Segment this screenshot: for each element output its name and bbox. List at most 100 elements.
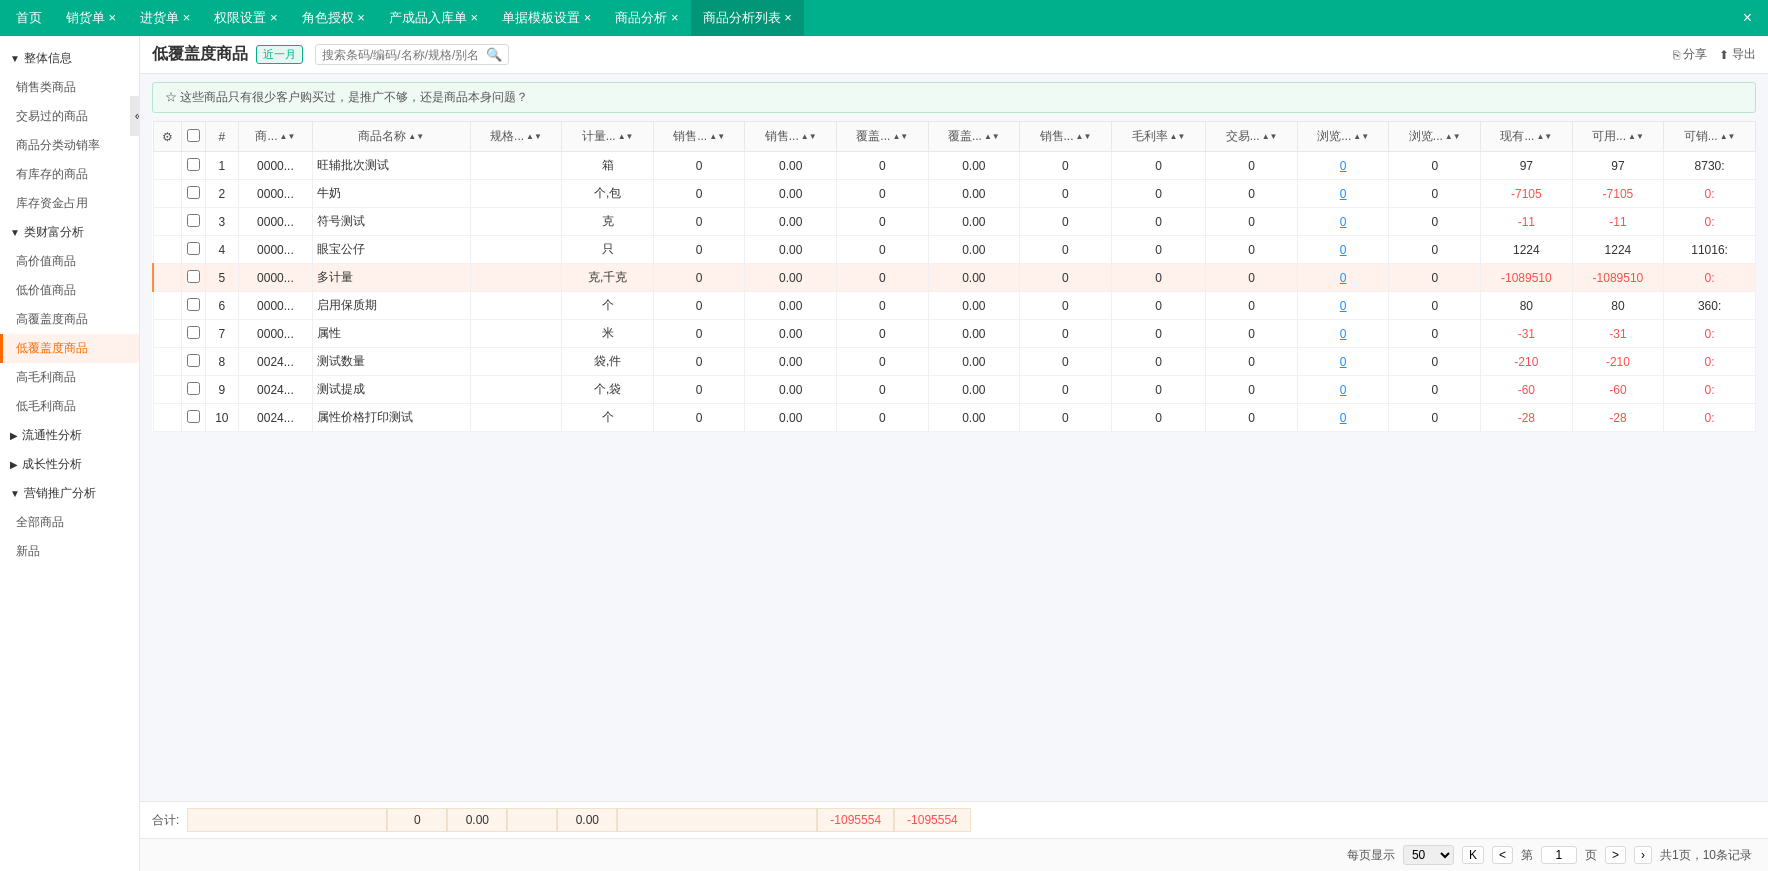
row-browse-a[interactable]: 0 xyxy=(1297,236,1389,264)
total-cells: 0 0.00 0.00 -1095554 -1095554 xyxy=(187,808,970,832)
close-button[interactable]: × xyxy=(1735,5,1760,31)
nav-permissions[interactable]: 权限设置 × xyxy=(202,0,289,36)
row-browse-a[interactable]: 0 xyxy=(1297,152,1389,180)
nav-analysis[interactable]: 商品分析 × xyxy=(603,0,690,36)
row-sales-c: 0 xyxy=(1020,208,1112,236)
row-browse-a[interactable]: 0 xyxy=(1297,208,1389,236)
first-page-button[interactable]: K xyxy=(1462,846,1484,864)
nav-product-inbound[interactable]: 产成品入库单 × xyxy=(377,0,490,36)
sidebar-item-high-margin[interactable]: 高毛利商品 xyxy=(0,363,139,392)
row-select-checkbox[interactable] xyxy=(187,298,200,311)
row-browse-a[interactable]: 0 xyxy=(1297,320,1389,348)
col-browse-a-header[interactable]: 浏览...▲▼ xyxy=(1297,122,1389,152)
col-settings[interactable]: ⚙ xyxy=(153,122,181,152)
sidebar-collapse-button[interactable]: « xyxy=(130,96,140,136)
sidebar-item-low-coverage[interactable]: 低覆盖度商品 xyxy=(0,334,139,363)
sidebar-item-category-rate[interactable]: 商品分类动销率 xyxy=(0,131,139,160)
row-sellable: 0: xyxy=(1664,180,1756,208)
sidebar-section-wealth[interactable]: ▼ 类财富分析 xyxy=(0,218,139,247)
sidebar-section-liquidity[interactable]: ▶ 流通性分析 xyxy=(0,421,139,450)
row-num: 5 xyxy=(205,264,239,292)
row-select-checkbox[interactable] xyxy=(187,326,200,339)
nav-role[interactable]: 角色授权 × xyxy=(290,0,377,36)
row-select-checkbox[interactable] xyxy=(187,410,200,423)
row-checkbox[interactable] xyxy=(181,152,205,180)
last-page-button[interactable]: › xyxy=(1634,846,1652,864)
share-button[interactable]: ⎘ 分享 xyxy=(1673,46,1707,63)
sidebar-section-marketing[interactable]: ▼ 营销推广分析 xyxy=(0,479,139,508)
col-sellable-header[interactable]: 可销...▲▼ xyxy=(1664,122,1756,152)
section-label-wealth: 类财富分析 xyxy=(24,224,84,241)
sidebar-section-overall[interactable]: ▼ 整体信息 xyxy=(0,44,139,73)
col-code-header[interactable]: 商...▲▼ xyxy=(239,122,313,152)
sidebar-item-high-coverage[interactable]: 高覆盖度商品 xyxy=(0,305,139,334)
row-browse-a[interactable]: 0 xyxy=(1297,376,1389,404)
row-checkbox[interactable] xyxy=(181,320,205,348)
col-browse-b-header[interactable]: 浏览...▲▼ xyxy=(1389,122,1481,152)
sidebar-item-stocked-goods[interactable]: 有库存的商品 xyxy=(0,160,139,189)
col-trade-header[interactable]: 交易...▲▼ xyxy=(1206,122,1298,152)
row-browse-a[interactable]: 0 xyxy=(1297,180,1389,208)
row-select-checkbox[interactable] xyxy=(187,214,200,227)
search-icon[interactable]: 🔍 xyxy=(486,47,502,62)
sidebar-section-growth[interactable]: ▶ 成长性分析 xyxy=(0,450,139,479)
nav-sales[interactable]: 销货单 × xyxy=(54,0,128,36)
row-select-checkbox[interactable] xyxy=(187,354,200,367)
page-size-select[interactable]: 50 100 200 xyxy=(1403,845,1454,865)
row-checkbox[interactable] xyxy=(181,376,205,404)
row-checkbox[interactable] xyxy=(181,180,205,208)
col-sales-c-header[interactable]: 销售...▲▼ xyxy=(1020,122,1112,152)
row-checkbox[interactable] xyxy=(181,292,205,320)
sidebar-item-sales-goods[interactable]: 销售类商品 xyxy=(0,73,139,102)
row-num: 3 xyxy=(205,208,239,236)
col-cover-b-header[interactable]: 覆盖...▲▼ xyxy=(928,122,1020,152)
row-browse-a[interactable]: 0 xyxy=(1297,404,1389,432)
col-unit-header[interactable]: 计量...▲▼ xyxy=(562,122,654,152)
row-select-checkbox[interactable] xyxy=(187,242,200,255)
row-browse-a[interactable]: 0 xyxy=(1297,348,1389,376)
col-name-header[interactable]: 商品名称▲▼ xyxy=(312,122,470,152)
col-spec-header[interactable]: 规格...▲▼ xyxy=(470,122,562,152)
col-sales-amt-header[interactable]: 销售...▲▼ xyxy=(745,122,837,152)
prev-page-button[interactable]: < xyxy=(1492,846,1513,864)
row-sales-amt: 0.00 xyxy=(745,180,837,208)
col-sales-qty-header[interactable]: 销售...▲▼ xyxy=(653,122,745,152)
sidebar-item-new-goods[interactable]: 新品 xyxy=(0,537,139,566)
row-browse-a[interactable]: 0 xyxy=(1297,292,1389,320)
sidebar-item-low-value[interactable]: 低价值商品 xyxy=(0,276,139,305)
page-number-input[interactable] xyxy=(1541,846,1577,864)
row-sellable: 0: xyxy=(1664,376,1756,404)
sidebar-item-low-margin[interactable]: 低毛利商品 xyxy=(0,392,139,421)
col-checkbox-all[interactable] xyxy=(181,122,205,152)
sidebar-item-traded-goods[interactable]: 交易过的商品 xyxy=(0,102,139,131)
col-current-header[interactable]: 现有...▲▼ xyxy=(1481,122,1573,152)
row-sellable: 0: xyxy=(1664,208,1756,236)
row-checkbox[interactable] xyxy=(181,236,205,264)
select-all-checkbox[interactable] xyxy=(187,129,200,142)
col-available-header[interactable]: 可用...▲▼ xyxy=(1572,122,1664,152)
sidebar-item-stock-capital[interactable]: 库存资金占用 xyxy=(0,189,139,218)
nav-purchase[interactable]: 进货单 × xyxy=(128,0,202,36)
row-current: -60 xyxy=(1481,376,1573,404)
row-select-checkbox[interactable] xyxy=(187,158,200,171)
col-gross-rate-header[interactable]: 毛利率▲▼ xyxy=(1111,122,1206,152)
sidebar-item-all-goods[interactable]: 全部商品 xyxy=(0,508,139,537)
row-checkbox[interactable] xyxy=(181,264,205,292)
col-cover-a-header[interactable]: 覆盖...▲▼ xyxy=(837,122,929,152)
recent-tag[interactable]: 近一月 xyxy=(256,45,303,64)
nav-home[interactable]: 首页 xyxy=(4,0,54,36)
row-select-checkbox[interactable] xyxy=(187,382,200,395)
sidebar-item-high-value[interactable]: 高价值商品 xyxy=(0,247,139,276)
row-select-checkbox[interactable] xyxy=(187,186,200,199)
search-input[interactable] xyxy=(322,48,482,62)
row-checkbox[interactable] xyxy=(181,404,205,432)
export-button[interactable]: ⬆ 导出 xyxy=(1719,46,1756,63)
row-select-checkbox[interactable] xyxy=(187,270,200,283)
nav-template[interactable]: 单据模板设置 × xyxy=(490,0,603,36)
row-browse-a[interactable]: 0 xyxy=(1297,264,1389,292)
row-code: 0000... xyxy=(239,292,313,320)
nav-analysis-list[interactable]: 商品分析列表 × xyxy=(691,0,804,36)
row-checkbox[interactable] xyxy=(181,348,205,376)
row-checkbox[interactable] xyxy=(181,208,205,236)
next-page-button[interactable]: > xyxy=(1605,846,1626,864)
